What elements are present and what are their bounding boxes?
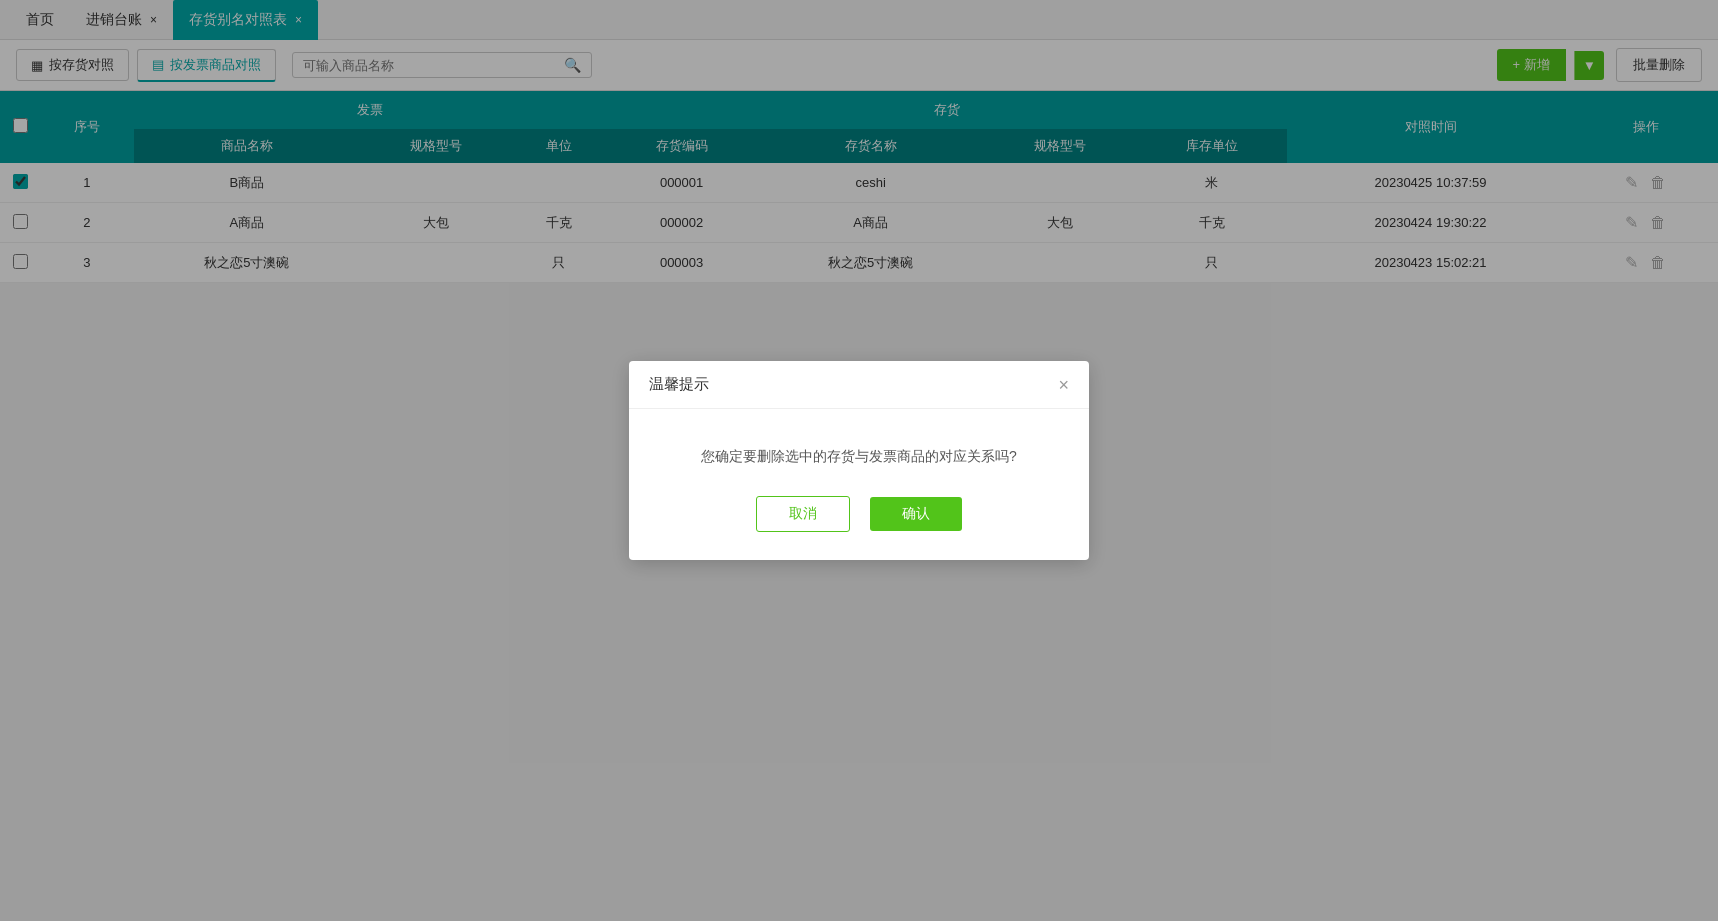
dialog-overlay: 温馨提示 × 您确定要删除选中的存货与发票商品的对应关系吗? 取消 确认	[0, 0, 1718, 283]
